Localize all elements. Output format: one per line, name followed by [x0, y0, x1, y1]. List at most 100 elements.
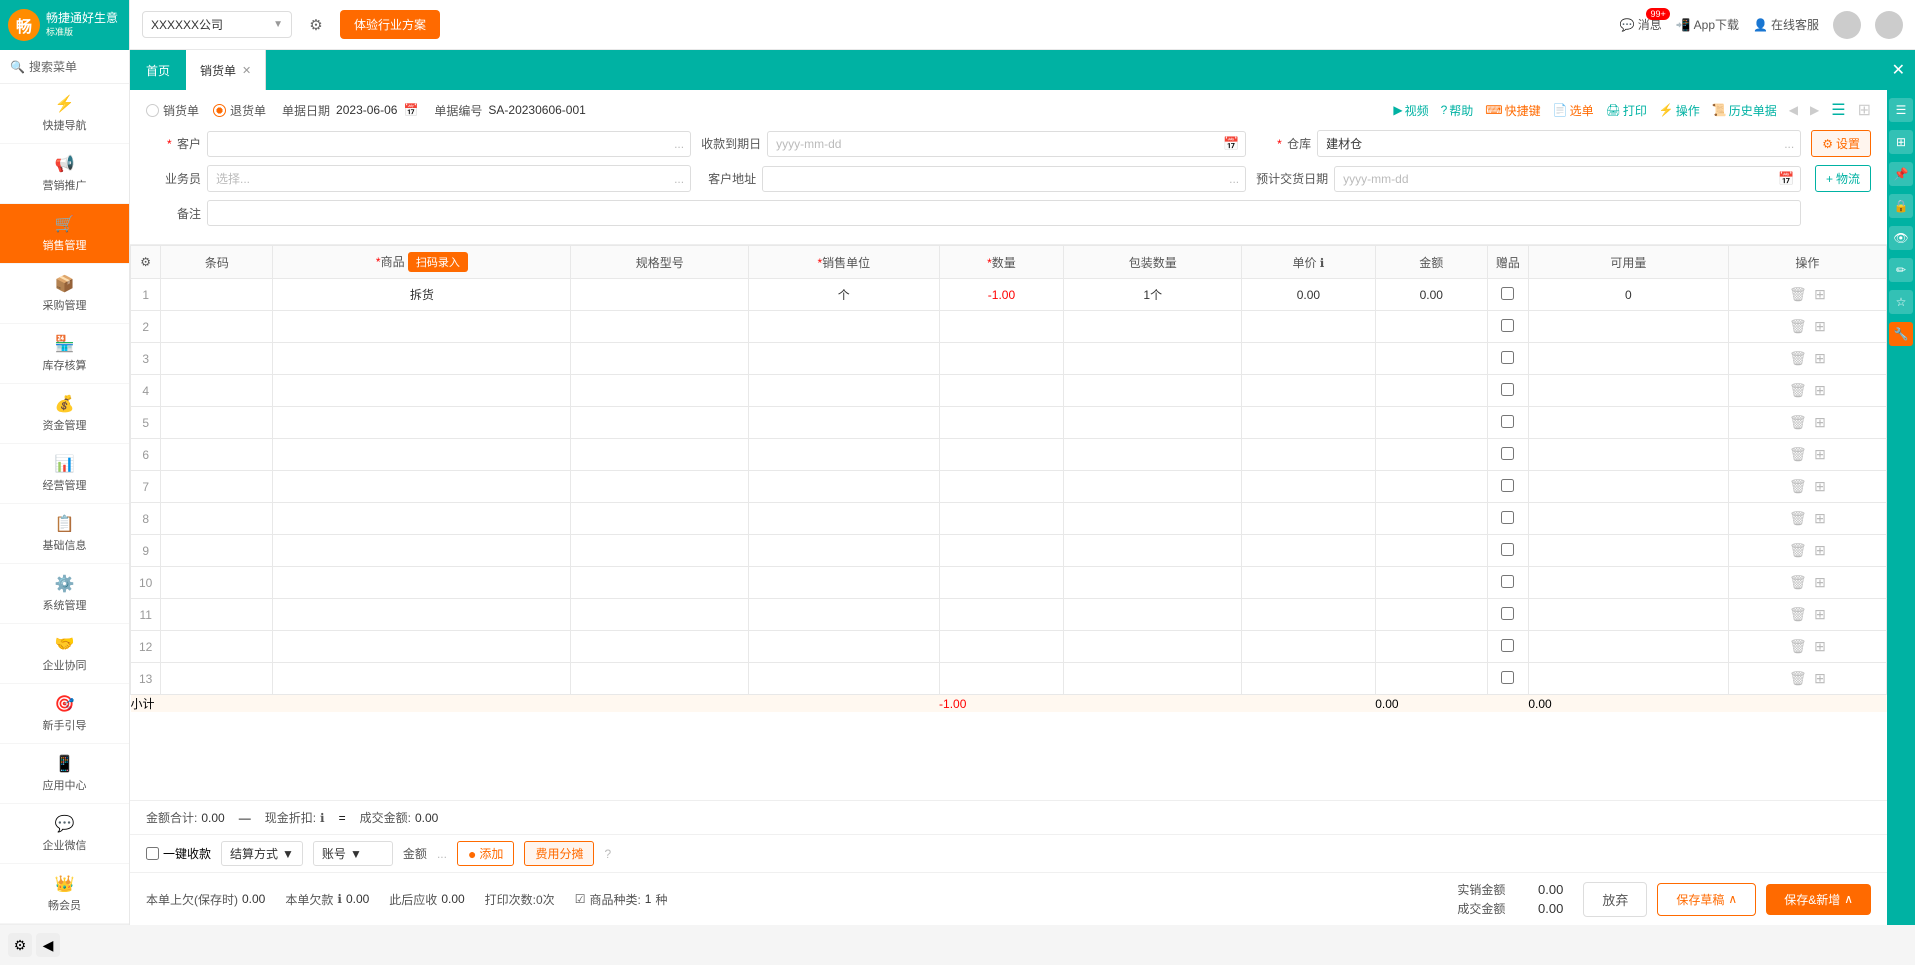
one-click-payment-checkbox[interactable]: 一键收款 — [146, 845, 211, 862]
row-gift-4[interactable] — [1487, 407, 1528, 439]
row-price-3[interactable] — [1242, 375, 1376, 407]
sidebar-settings-icon[interactable]: ⚙ — [8, 933, 32, 957]
sidebar-search[interactable]: 🔍 搜索菜单 — [0, 50, 129, 84]
row-product-12[interactable] — [273, 663, 571, 695]
row-price-0[interactable]: 0.00 — [1242, 279, 1376, 311]
delete-icon-2[interactable]: 🗑 — [1789, 350, 1807, 366]
row-unit-3[interactable] — [749, 375, 939, 407]
action-operate[interactable]: ⚡ 操作 — [1659, 102, 1700, 119]
action-help[interactable]: ? 帮助 — [1441, 102, 1474, 119]
grid-view-icon[interactable]: ⊞ — [1858, 100, 1871, 120]
row-gift-10[interactable] — [1487, 599, 1528, 631]
row-barcode-4[interactable] — [161, 407, 273, 439]
sidebar-item-system[interactable]: ⚙️ 系统管理 — [0, 564, 129, 624]
row-gift-12[interactable] — [1487, 663, 1528, 695]
row-amount-2[interactable] — [1375, 343, 1487, 375]
tab-sales-order[interactable]: 销货单 ✕ — [186, 50, 266, 90]
delete-icon-9[interactable]: 🗑 — [1789, 574, 1807, 590]
action-select[interactable]: 📄 选单 — [1553, 102, 1594, 119]
action-video[interactable]: ▶ 视频 — [1393, 102, 1428, 119]
row-unit-6[interactable] — [749, 471, 939, 503]
copy-icon-6[interactable]: ⊞ — [1814, 478, 1826, 494]
row-amount-4[interactable] — [1375, 407, 1487, 439]
row-barcode-12[interactable] — [161, 663, 273, 695]
app-download-button[interactable]: 📲 App下载 — [1676, 16, 1739, 33]
row-amount-1[interactable] — [1375, 311, 1487, 343]
remarks-input[interactable] — [207, 200, 1801, 226]
row-qty-1[interactable] — [939, 311, 1064, 343]
experience-button[interactable]: 体验行业方案 — [340, 10, 440, 39]
sidebar-item-operations[interactable]: 📊 经营管理 — [0, 444, 129, 504]
row-price-7[interactable] — [1242, 503, 1376, 535]
row-pack-9[interactable] — [1064, 567, 1242, 599]
row-unit-10[interactable] — [749, 599, 939, 631]
copy-icon-9[interactable]: ⊞ — [1814, 574, 1826, 590]
right-panel-icon-1[interactable]: ☰ — [1889, 98, 1913, 122]
row-unit-9[interactable] — [749, 567, 939, 599]
row-spec-8[interactable] — [571, 535, 749, 567]
delete-icon-8[interactable]: 🗑 — [1789, 542, 1807, 558]
row-amount-5[interactable] — [1375, 439, 1487, 471]
customer-input[interactable]: ... — [207, 131, 691, 157]
row-product-4[interactable] — [273, 407, 571, 439]
row-amount-3[interactable] — [1375, 375, 1487, 407]
list-view-icon[interactable]: ☰ — [1831, 100, 1845, 120]
sidebar-item-quick-nav[interactable]: ⚡ 快捷导航 — [0, 84, 129, 144]
row-spec-4[interactable] — [571, 407, 749, 439]
row-pack-4[interactable] — [1064, 407, 1242, 439]
sidebar-item-member[interactable]: 👑 畅会员 — [0, 864, 129, 924]
sidebar-item-sales[interactable]: 🛒 销售管理 — [0, 204, 129, 264]
action-history[interactable]: 📜 历史单据 — [1712, 102, 1777, 119]
add-button[interactable]: ● 添加 — [457, 841, 514, 866]
sidebar-item-guide[interactable]: 🎯 新手引导 — [0, 684, 129, 744]
row-amount-8[interactable] — [1375, 535, 1487, 567]
row-product-3[interactable] — [273, 375, 571, 407]
action-shortcut[interactable]: ⌨ 快捷键 — [1485, 102, 1540, 119]
row-qty-11[interactable] — [939, 631, 1064, 663]
sidebar-item-wechat[interactable]: 💬 企业微信 — [0, 804, 129, 864]
row-product-11[interactable] — [273, 631, 571, 663]
one-click-checkbox-input[interactable] — [146, 847, 159, 860]
row-qty-0[interactable]: -1.00 — [939, 279, 1064, 311]
account-select[interactable]: 账号 ▼ — [313, 841, 393, 866]
salesperson-input[interactable]: 选择... ... — [207, 165, 691, 192]
payment-method-select[interactable]: 结算方式 ▼ — [221, 841, 303, 866]
row-barcode-0[interactable] — [161, 279, 273, 311]
col-settings[interactable]: ⚙ — [131, 246, 161, 279]
tab-main-close-icon[interactable]: ✕ — [1882, 60, 1915, 80]
sidebar-item-basic[interactable]: 📋 基础信息 — [0, 504, 129, 564]
row-amount-6[interactable] — [1375, 471, 1487, 503]
online-service-button[interactable]: 👤 在线客服 — [1753, 16, 1819, 33]
row-unit-2[interactable] — [749, 343, 939, 375]
row-spec-6[interactable] — [571, 471, 749, 503]
row-unit-5[interactable] — [749, 439, 939, 471]
copy-icon-0[interactable]: ⊞ — [1814, 286, 1826, 302]
row-product-5[interactable] — [273, 439, 571, 471]
row-qty-3[interactable] — [939, 375, 1064, 407]
row-pack-10[interactable] — [1064, 599, 1242, 631]
row-unit-11[interactable] — [749, 631, 939, 663]
right-panel-icon-2[interactable]: ⊞ — [1889, 130, 1913, 154]
copy-icon-5[interactable]: ⊞ — [1814, 446, 1826, 462]
row-barcode-3[interactable] — [161, 375, 273, 407]
row-price-6[interactable] — [1242, 471, 1376, 503]
copy-icon-4[interactable]: ⊞ — [1814, 414, 1826, 430]
row-spec-1[interactable] — [571, 311, 749, 343]
nav-prev-icon[interactable]: ◀ — [1789, 103, 1798, 117]
abandon-button[interactable]: 放弃 — [1583, 882, 1647, 917]
row-barcode-9[interactable] — [161, 567, 273, 599]
delete-icon-1[interactable]: 🗑 — [1789, 318, 1807, 334]
row-gift-0[interactable] — [1487, 279, 1528, 311]
row-gift-8[interactable] — [1487, 535, 1528, 567]
row-barcode-6[interactable] — [161, 471, 273, 503]
row-gift-9[interactable] — [1487, 567, 1528, 599]
customer-address-input[interactable]: ... — [762, 166, 1246, 192]
save-draft-button[interactable]: 保存草稿 ∧ — [1657, 883, 1756, 916]
row-pack-5[interactable] — [1064, 439, 1242, 471]
row-unit-0[interactable]: 个 — [749, 279, 939, 311]
row-amount-10[interactable] — [1375, 599, 1487, 631]
row-spec-7[interactable] — [571, 503, 749, 535]
row-unit-7[interactable] — [749, 503, 939, 535]
due-date-input[interactable]: yyyy-mm-dd 📅 — [767, 131, 1246, 157]
row-pack-6[interactable] — [1064, 471, 1242, 503]
